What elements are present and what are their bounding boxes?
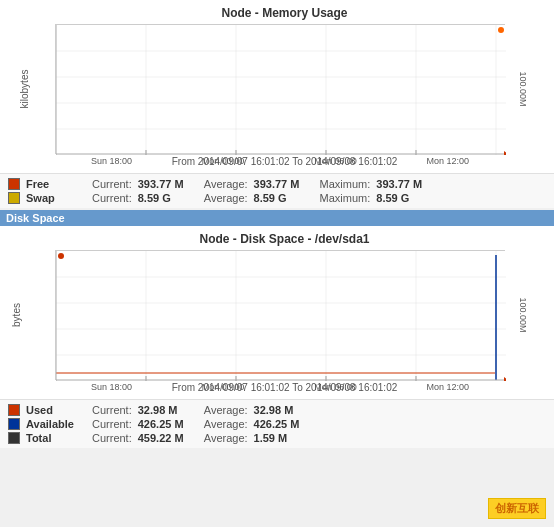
- disk-xtick-3: Mon 12:00: [427, 382, 470, 392]
- memory-chart-title: Node - Memory Usage: [55, 6, 514, 20]
- disk-section: Disk Space Node - Disk Space - /dev/sda1…: [0, 210, 554, 448]
- disk-chart-area: 400 M 300 M 200 M 100 M 0: [55, 250, 505, 380]
- disk-available-average: 426.25 M: [254, 418, 314, 430]
- disk-available-current: 426.25 M: [138, 418, 198, 430]
- memory-xtick-3: Mon 12:00: [427, 156, 470, 166]
- memory-xtick-2: Mon 06:00: [314, 156, 357, 166]
- disk-legend-label-available: Available: [26, 418, 86, 430]
- disk-ylabel: bytes: [11, 303, 22, 327]
- memory-legend-label-free: Free: [26, 178, 86, 190]
- svg-point-33: [58, 253, 64, 259]
- memory-swap-average: 8.59 G: [254, 192, 314, 204]
- disk-ylabel-right-container: 100.00M: [505, 250, 540, 380]
- disk-legend-row-total: Total Current: 459.22 M Average: 1.59 M: [8, 431, 546, 445]
- disk-chart-title: Node - Disk Space - /dev/sda1: [55, 232, 514, 246]
- disk-used-current: 32.98 M: [138, 404, 198, 416]
- disk-chart-container: Node - Disk Space - /dev/sda1 bytes: [0, 226, 554, 399]
- memory-ylabel-right: 100.00M: [518, 71, 528, 106]
- disk-xtick-1: Mon 00:00: [202, 382, 245, 392]
- memory-legend-color-swap: [8, 192, 20, 204]
- watermark-text: 创新互联: [495, 502, 539, 514]
- memory-legend: Free Current: 393.77 M Average: 393.77 M…: [0, 173, 554, 208]
- svg-rect-0: [56, 25, 506, 155]
- disk-xtick-0: Sun 18:00: [91, 382, 132, 392]
- memory-legend-label-swap: Swap: [26, 192, 86, 204]
- memory-free-current: 393.77 M: [138, 178, 198, 190]
- memory-swap-current: 8.59 G: [138, 192, 198, 204]
- disk-legend-row-available: Available Current: 426.25 M Average: 426…: [8, 417, 546, 431]
- memory-xtick-1: Mon 00:00: [202, 156, 245, 166]
- disk-legend-label-total: Total: [26, 432, 86, 444]
- disk-section-header: Disk Space: [0, 210, 554, 226]
- disk-chart-svg: 400 M 300 M 200 M 100 M 0: [56, 251, 506, 381]
- memory-swap-maximum: 8.59 G: [376, 192, 436, 204]
- memory-chart-svg: 8.0 G 6.0 G 4.0 G 2.0 G 0.0: [56, 25, 506, 155]
- memory-chart-container: Node - Memory Usage kilobytes: [0, 0, 554, 173]
- memory-ylabel: kilobytes: [19, 70, 30, 109]
- memory-ylabel-right-container: 100.00M: [505, 24, 540, 154]
- disk-legend-label-used: Used: [26, 404, 86, 416]
- memory-xtick-0: Sun 18:00: [91, 156, 132, 166]
- memory-xaxis-labels: Sun 18:00 Mon 00:00 Mon 06:00 Mon 12:00: [56, 156, 504, 166]
- memory-legend-row-1: Swap Current: 8.59 G Average: 8.59 G Max…: [8, 191, 546, 205]
- memory-free-maximum: 393.77 M: [376, 178, 436, 190]
- disk-legend-color-total: [8, 432, 20, 444]
- disk-legend-color-used: [8, 404, 20, 416]
- disk-legend-color-available: [8, 418, 20, 430]
- svg-rect-23: [56, 251, 506, 381]
- memory-chart-area: 8.0 G 6.0 G 4.0 G 2.0 G 0.0: [55, 24, 505, 154]
- memory-section: Node - Memory Usage kilobytes: [0, 0, 554, 208]
- watermark: 创新互联: [488, 498, 546, 519]
- disk-legend: Used Current: 32.98 M Average: 32.98 M A…: [0, 399, 554, 448]
- disk-total-average: 1.59 M: [254, 432, 314, 444]
- disk-legend-row-used: Used Current: 32.98 M Average: 32.98 M: [8, 403, 546, 417]
- disk-xaxis-labels: Sun 18:00 Mon 00:00 Mon 06:00 Mon 12:00: [56, 382, 504, 392]
- memory-legend-color-free: [8, 178, 20, 190]
- disk-xtick-2: Mon 06:00: [314, 382, 357, 392]
- disk-used-average: 32.98 M: [254, 404, 314, 416]
- memory-free-average: 393.77 M: [254, 178, 314, 190]
- memory-legend-row-0: Free Current: 393.77 M Average: 393.77 M…: [8, 177, 546, 191]
- disk-total-current: 459.22 M: [138, 432, 198, 444]
- disk-ylabel-right: 100.00M: [518, 297, 528, 332]
- svg-point-10: [498, 27, 504, 33]
